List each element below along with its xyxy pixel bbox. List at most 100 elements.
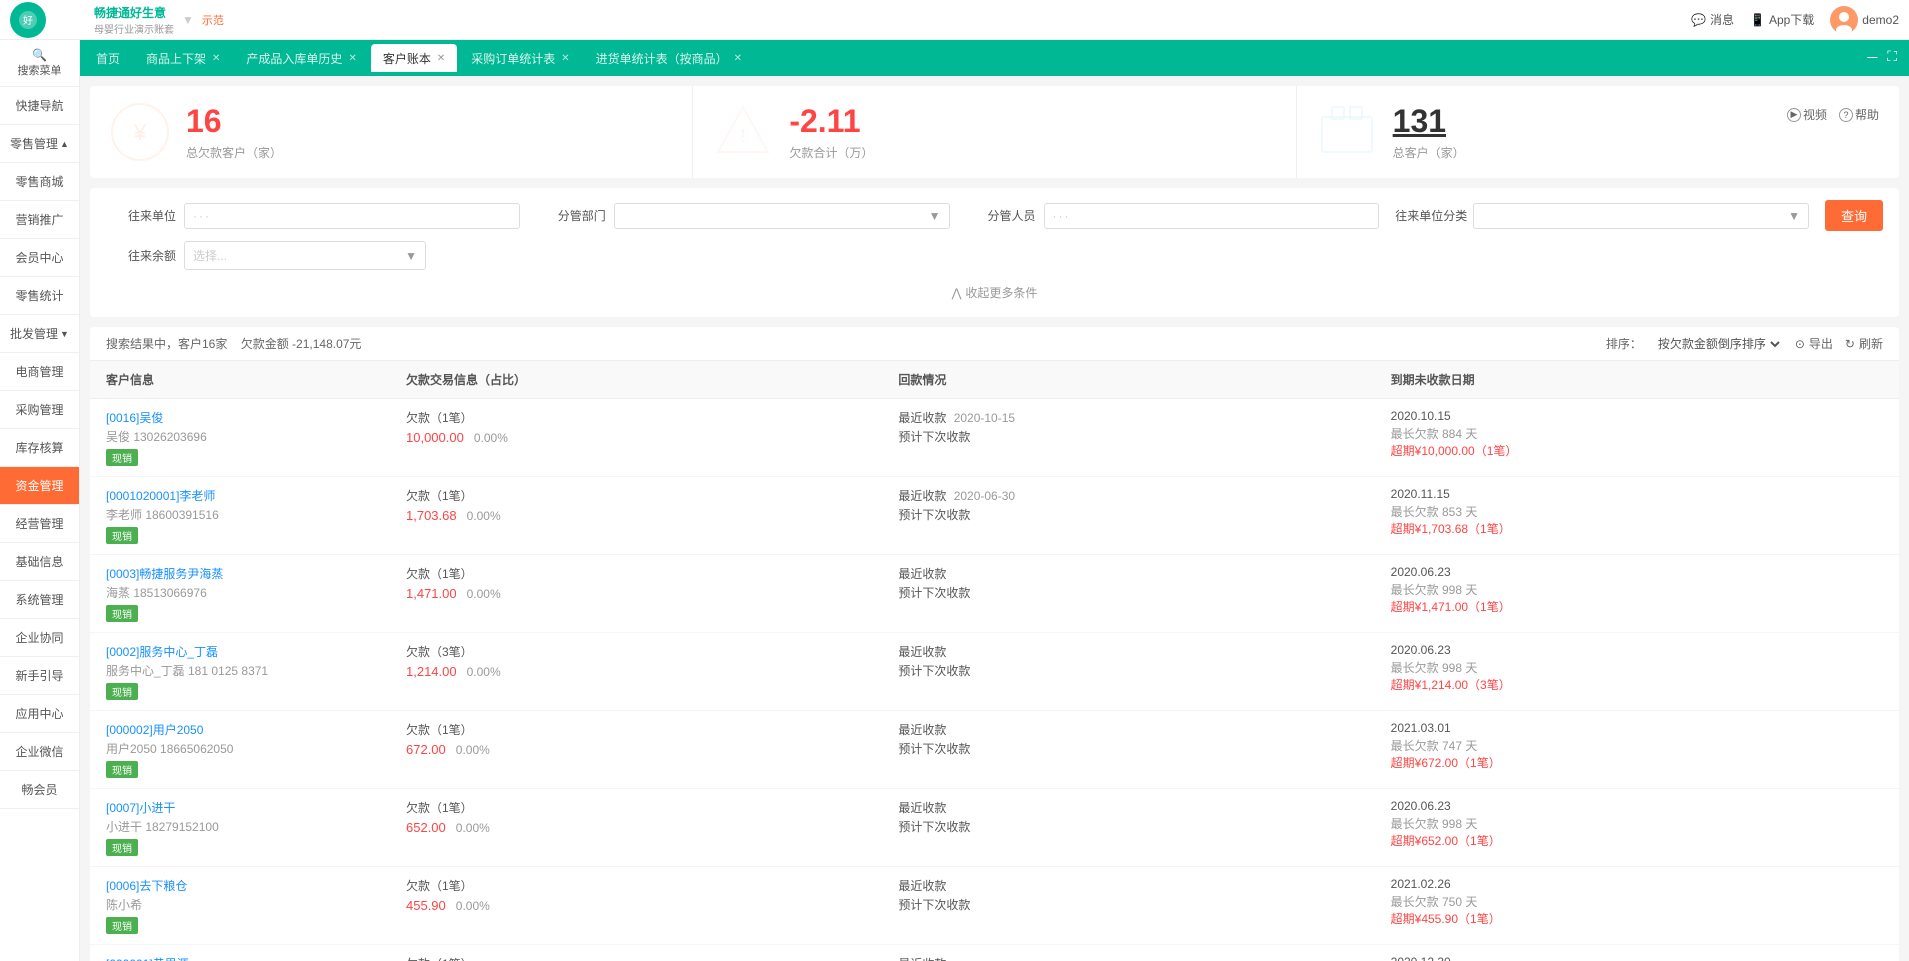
export-btn[interactable]: ⊙ 导出 [1795, 335, 1833, 352]
sidebar-search[interactable]: 🔍 搜索菜单 [0, 40, 79, 87]
close-tab-purchase-stat[interactable]: ✕ [734, 53, 742, 64]
customer-name-0[interactable]: [0016]吴俊 [106, 409, 406, 426]
close-tab-product-history[interactable]: ✕ [348, 53, 356, 64]
filter-input-balance[interactable]: 选择... ▼ [184, 241, 426, 270]
next-collection-0: 预计下次收款 [898, 428, 1390, 445]
filter-input-unit-category[interactable]: ▼ [1473, 203, 1809, 229]
sidebar-item-basic-info[interactable]: 基础信息 [0, 543, 79, 581]
sidebar-item-member[interactable]: 会员中心 [0, 239, 79, 277]
sidebar-item-enterprise[interactable]: 企业协同 [0, 619, 79, 657]
sort-select[interactable]: 按欠款金额倒序排序 按欠款金额升序排序 [1654, 336, 1783, 352]
debt-row-2: 1,471.00 0.00% [406, 586, 898, 601]
debt-row-0: 10,000.00 0.00% [406, 430, 898, 445]
debt-percent-0: 0.00% [474, 431, 508, 445]
sidebar-item-member-plus[interactable]: 畅会员 [0, 771, 79, 809]
col-header-customer: 客户信息 [106, 371, 406, 388]
overdue-text-4[interactable]: 超期¥672.00（1笔） [1391, 754, 1883, 771]
sidebar-item-ecommerce[interactable]: 电商管理 [0, 353, 79, 391]
avatar-img [1830, 6, 1858, 34]
filter-label-from-unit: 往来单位 [106, 207, 176, 224]
close-tab-customer-account[interactable]: ✕ [437, 53, 445, 64]
customer-name-7[interactable]: [000001]黄思源 [106, 955, 406, 961]
overdue-text-6[interactable]: 超期¥455.90（1笔） [1391, 910, 1883, 927]
sidebar-item-app-center[interactable]: 应用中心 [0, 695, 79, 733]
tab-product-history[interactable]: 产成品入库单历史 ✕ [234, 44, 368, 72]
sidebar-item-purchase[interactable]: 采购管理 [0, 391, 79, 429]
overdue-text-2[interactable]: 超期¥1,471.00（1笔） [1391, 598, 1883, 615]
sidebar-item-sys-mgmt[interactable]: 系统管理 [0, 581, 79, 619]
sidebar-item-new-guide[interactable]: 新手引导 [0, 657, 79, 695]
tab-home[interactable]: 首页 [84, 44, 132, 72]
customer-name-6[interactable]: [0006]去下粮仓 [106, 877, 406, 894]
overdue-text-1[interactable]: 超期¥1,703.68（1笔） [1391, 520, 1883, 537]
debt-count-2: 欠款（1笔） [406, 565, 898, 582]
due-date-5: 2020.06.23 [1391, 799, 1883, 813]
refresh-btn[interactable]: ↻ 刷新 [1845, 335, 1883, 352]
close-tab-purchase-order[interactable]: ✕ [561, 53, 569, 64]
customer-phone-6: 陈小希 [106, 896, 406, 913]
filter-input-from-unit[interactable]: ··· [184, 203, 520, 229]
customer-name-2[interactable]: [0003]畅捷服务尹海蒸 [106, 565, 406, 582]
customer-phone-5: 小进干 18279152100 [106, 818, 406, 835]
overdue-text-5[interactable]: 超期¥652.00（1笔） [1391, 832, 1883, 849]
collection-row-7: 最近收款 [898, 955, 1390, 961]
tab-actions: － ⛶ [1865, 48, 1905, 68]
sidebar-item-finance[interactable]: 资金管理 [0, 467, 79, 505]
debt-info-0: 欠款（1笔） 10,000.00 0.00% [406, 409, 898, 445]
sidebar-item-batch-mgmt[interactable]: 批发管理 ▼ [0, 315, 79, 353]
logo-area: 好 [10, 2, 90, 38]
filter-from-unit: 往来单位 ··· [106, 203, 520, 229]
filter-label-balance: 往来余额 [106, 247, 176, 264]
video-btn[interactable]: ▶ 视频 [1787, 106, 1827, 123]
debt-amount-6: 455.90 [406, 898, 446, 913]
search-button[interactable]: 查询 [1825, 200, 1883, 231]
filter-input-manager[interactable]: ··· [1044, 203, 1380, 229]
table-row: [0002]服务中心_丁磊 服务中心_丁磊 181 0125 8371 现销 欠… [90, 633, 1899, 711]
tab-minimize-btn[interactable]: － [1865, 48, 1879, 68]
stat-info-debt: -2.11 欠款合计（万） [789, 103, 873, 161]
svg-text:好: 好 [23, 15, 33, 27]
customer-info-0: [0016]吴俊 吴俊 13026203696 现销 [106, 409, 406, 466]
filter-input-dept[interactable]: ▼ [614, 203, 950, 229]
customer-name-5[interactable]: [0007]小进干 [106, 799, 406, 816]
sidebar-item-wechat[interactable]: 企业微信 [0, 733, 79, 771]
customer-name-3[interactable]: [0002]服务中心_丁磊 [106, 643, 406, 660]
debt-count-7: 欠款（1笔） [406, 955, 898, 961]
stat-num-debt: -2.11 [789, 103, 873, 140]
sidebar-item-quick-nav[interactable]: 快捷导航 [0, 87, 79, 125]
sidebar-item-marketing[interactable]: 营销推广 [0, 201, 79, 239]
stats-row: ¥ 16 总欠款客户（家） ! [90, 86, 1899, 178]
sidebar-item-inventory[interactable]: 库存核算 [0, 429, 79, 467]
help-btn[interactable]: ? 帮助 [1839, 106, 1879, 123]
customer-info-2: [0003]畅捷服务尹海蒸 海蒸 18513066976 现销 [106, 565, 406, 622]
message-btn[interactable]: 💬 消息 [1691, 11, 1734, 28]
top-right-area: 💬 消息 📱 App下载 demo2 [1691, 6, 1899, 34]
overdue-text-3[interactable]: 超期¥1,214.00（3笔） [1391, 676, 1883, 693]
tab-purchase-stat[interactable]: 进货单统计表（按商品） ✕ [584, 44, 754, 72]
sidebar-item-ops[interactable]: 经营管理 [0, 505, 79, 543]
sidebar-item-retail-mgmt[interactable]: 零售管理 ▲ [0, 125, 79, 163]
customer-name-4[interactable]: [000002]用户2050 [106, 721, 406, 738]
close-tab-product-listing[interactable]: ✕ [212, 53, 220, 64]
due-info-0: 2020.10.15 最长欠款 884 天 超期¥10,000.00（1笔） [1391, 409, 1883, 459]
customer-name-1[interactable]: [0001020001]李老师 [106, 487, 406, 504]
tab-purchase-order[interactable]: 采购订单统计表 ✕ [459, 44, 581, 72]
debt-percent-3: 0.00% [467, 665, 501, 679]
customer-tag-5: 现销 [106, 839, 138, 856]
debt-percent-6: 0.00% [456, 899, 490, 913]
table-row: [000001]黄思源 黄思源 13552700226 现销 欠款（1笔） 42… [90, 945, 1899, 961]
debt-count-4: 欠款（1笔） [406, 721, 898, 738]
app-download-btn[interactable]: 📱 App下载 [1750, 11, 1814, 28]
tab-customer-account[interactable]: 客户账本 ✕ [371, 44, 457, 72]
col-header-collection: 回款情况 [898, 371, 1390, 388]
collapse-btn[interactable]: ⋀ 收起更多条件 [106, 280, 1883, 305]
sidebar-item-retail-stat[interactable]: 零售统计 [0, 277, 79, 315]
sidebar-item-retail-store[interactable]: 零售商城 [0, 163, 79, 201]
overdue-text-0[interactable]: 超期¥10,000.00（1笔） [1391, 442, 1883, 459]
tab-expand-btn[interactable]: ⛶ [1887, 48, 1897, 68]
debt-percent-4: 0.00% [456, 743, 490, 757]
debt-count-0: 欠款（1笔） [406, 409, 898, 426]
tab-product-listing[interactable]: 商品上下架 ✕ [134, 44, 232, 72]
user-avatar[interactable]: demo2 [1830, 6, 1899, 34]
col-header-debt: 欠款交易信息（占比） [406, 371, 898, 388]
